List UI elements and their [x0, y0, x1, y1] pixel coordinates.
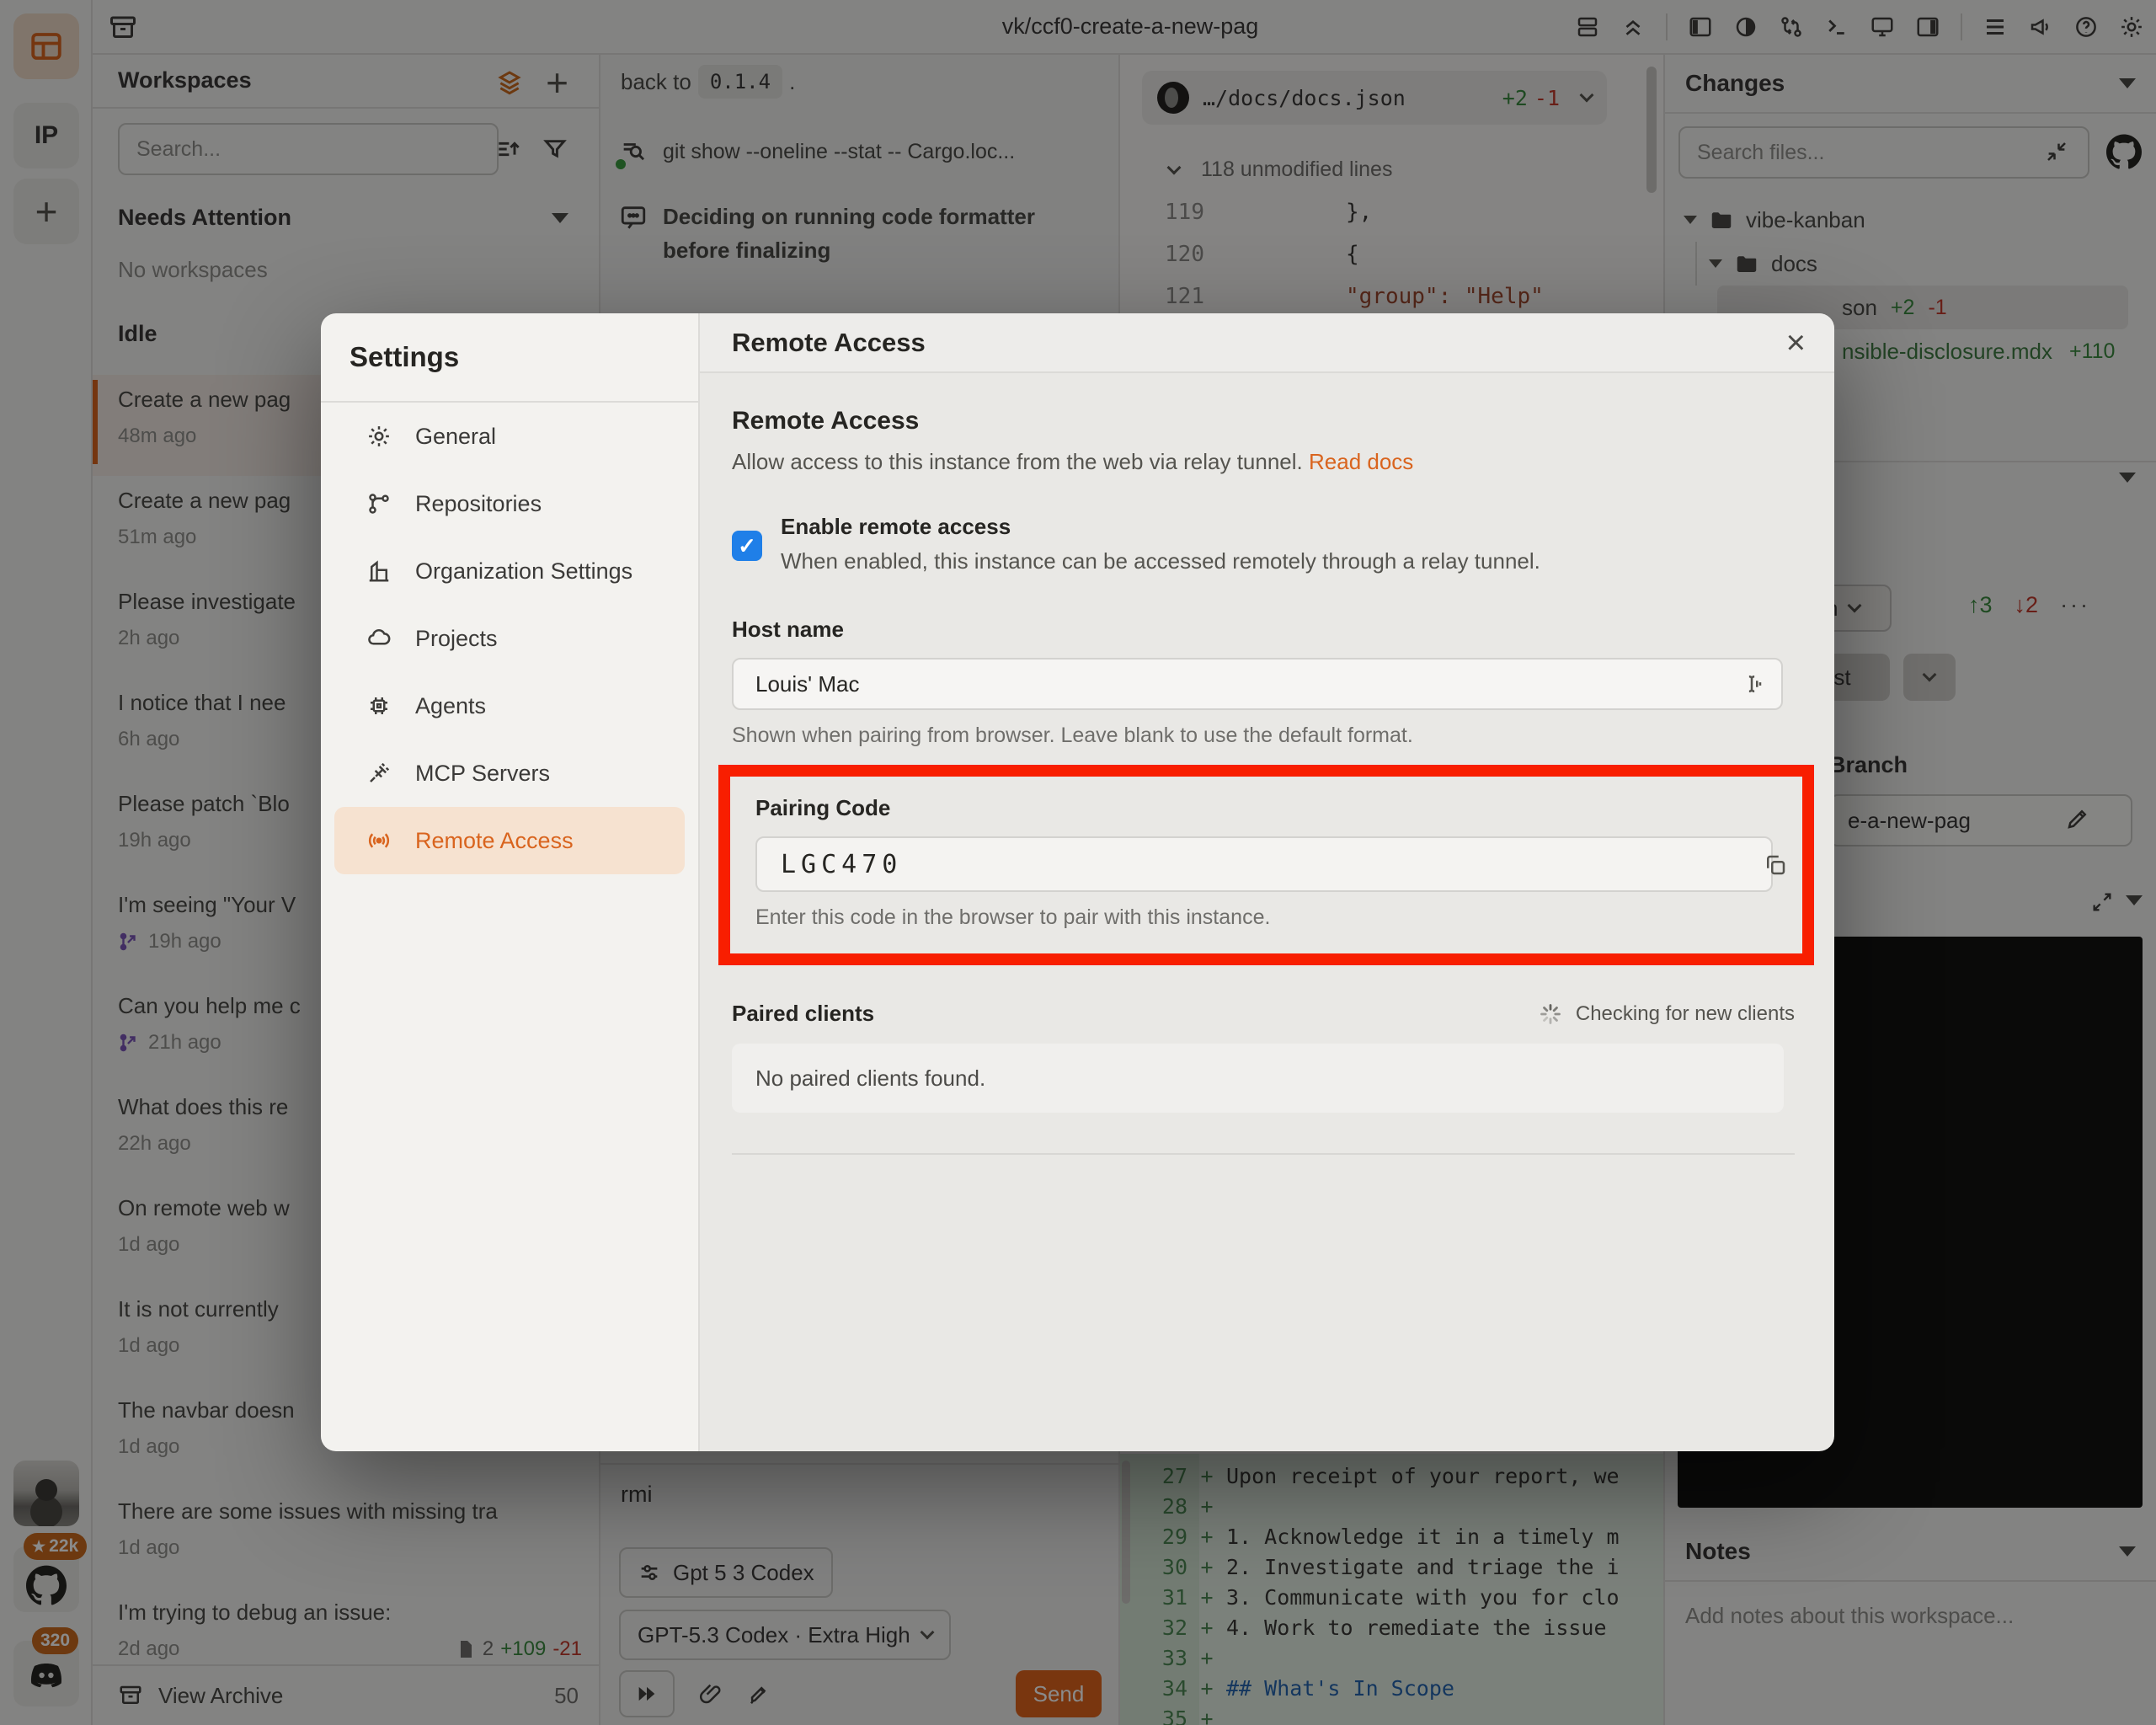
broadcast-icon	[366, 828, 392, 853]
settings-content: Remote Access Remote Access Allow access…	[700, 313, 1834, 1451]
git-branch-icon	[366, 491, 392, 516]
cloud-icon	[366, 626, 392, 651]
section-heading: Remote Access	[732, 407, 1802, 435]
pairing-code-help: Enter this code in the browser to pair w…	[755, 905, 1777, 930]
plug-icon	[366, 761, 392, 786]
checkbox-description: When enabled, this instance can be acces…	[781, 548, 1540, 574]
section-description: Allow access to this instance from the w…	[732, 449, 1303, 474]
paired-clients-label: Paired clients	[732, 1001, 874, 1027]
close-icon[interactable]	[1786, 326, 1806, 360]
content-divider	[732, 1153, 1795, 1155]
nav-item-projects[interactable]: Projects	[321, 605, 698, 672]
nav-item-organization-settings[interactable]: Organization Settings	[321, 537, 698, 605]
cpu-icon	[366, 693, 392, 718]
nav-item-general[interactable]: General	[321, 403, 698, 470]
settings-nav: Settings General Repositories Organizati…	[321, 313, 700, 1451]
panel-title: Remote Access	[732, 328, 926, 358]
spinner-icon	[1539, 1002, 1562, 1026]
enable-remote-access-checkbox[interactable]	[732, 531, 762, 561]
nav-item-repositories[interactable]: Repositories	[321, 470, 698, 537]
read-docs-link[interactable]: Read docs	[1309, 449, 1413, 474]
checking-clients-status: Checking for new clients	[1576, 1002, 1795, 1026]
no-paired-clients-card: No paired clients found.	[732, 1044, 1784, 1113]
text-cursor-icon[interactable]	[1739, 671, 1764, 697]
settings-title: Settings	[350, 341, 459, 373]
nav-item-agents[interactable]: Agents	[321, 672, 698, 740]
pairing-code-input[interactable]	[755, 836, 1773, 892]
host-name-input[interactable]	[732, 658, 1783, 710]
app-root: IP 22k 320 vk/ccf0-create-a-new-pag	[0, 0, 2156, 1725]
nav-item-mcp-servers[interactable]: MCP Servers	[321, 740, 698, 807]
checkbox-label: Enable remote access	[781, 514, 1540, 540]
host-name-label: Host name	[732, 617, 1802, 643]
host-name-help: Shown when pairing from browser. Leave b…	[732, 724, 1802, 748]
copy-icon[interactable]	[1763, 852, 1788, 878]
pairing-code-highlight: Pairing Code Enter this code in the brow…	[718, 765, 1814, 965]
nav-item-remote-access[interactable]: Remote Access	[334, 807, 685, 874]
pairing-code-label: Pairing Code	[755, 795, 1777, 821]
building-icon	[366, 558, 392, 584]
settings-modal: Settings General Repositories Organizati…	[321, 313, 1834, 1451]
gear-icon	[366, 424, 392, 449]
